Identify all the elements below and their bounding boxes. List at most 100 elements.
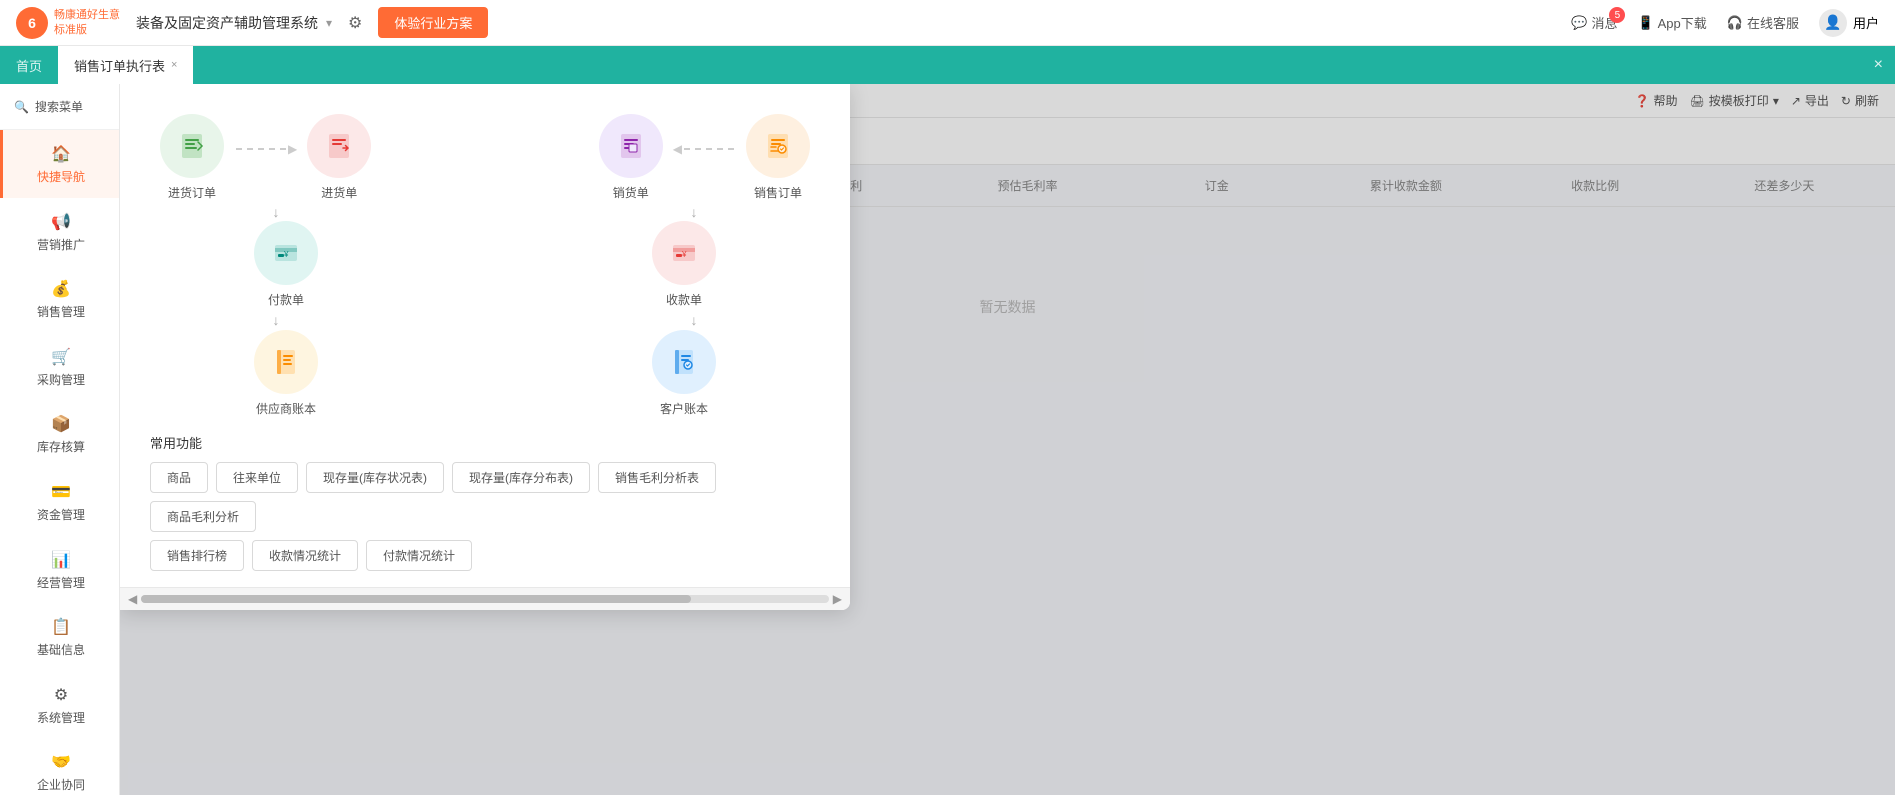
scroll-right-button[interactable]: ▶ [833, 592, 842, 606]
purchase-bill-circle [307, 114, 371, 178]
scrollbar-track[interactable] [141, 595, 829, 603]
app-download-button[interactable]: 📱 App下载 [1637, 13, 1706, 32]
sidebar-item-marketing[interactable]: 📢 营销推广 [0, 198, 119, 266]
sidebar-item-sales[interactable]: 💰 销售管理 [0, 265, 119, 333]
spacer-right [736, 205, 820, 219]
top-header: 6 畅康通好生意 标准版 装备及固定资产辅助管理系统 ▾ ⚙ 体验行业方案 💬 … [0, 0, 1895, 46]
flow-node-payment[interactable]: ¥ 付款单 [244, 221, 328, 308]
flow-ledger-row: 供应商账本 [150, 330, 820, 417]
functions-section: 常用功能 商品 往来单位 现存量(库存状况表) 现存量(库存分布表) 销售毛利分… [150, 433, 820, 571]
content-area: ❓ 帮助 🖨 按模板打印 ▾ ↗ 导出 ↻ 刷新 📅 — [120, 84, 1895, 795]
purchase-order-circle [160, 114, 224, 178]
search-icon: 🔍 [14, 100, 29, 114]
message-button[interactable]: 💬 消息 5 [1571, 13, 1617, 32]
sidebar-item-enterprise[interactable]: 🤝 企业协同 [0, 738, 119, 795]
logo-area: 6 畅康通好生意 标准版 [16, 7, 136, 39]
system-title: 装备及固定资产辅助管理系统 [136, 13, 318, 33]
func-btn-sales-profit[interactable]: 销售毛利分析表 [598, 462, 716, 493]
basic-info-icon: 📋 [49, 615, 73, 639]
func-btn-stock-status[interactable]: 现存量(库存状况表) [306, 462, 444, 493]
sidebar: 🔍 搜索菜单 🏠 快捷导航 📢 营销推广 💰 销售管理 🛒 采购管理 📦 库存核… [0, 84, 120, 795]
flow-node-sales-bill[interactable]: 销货单 [599, 114, 663, 201]
arrow-down-purchase: ↓ [234, 205, 318, 219]
svg-text:¥: ¥ [681, 250, 687, 259]
message-icon: 💬 [1571, 15, 1587, 31]
user-avatar: 👤 [1819, 9, 1847, 37]
system-icon: ⚙ [49, 683, 73, 707]
user-area[interactable]: 👤 用户 [1819, 9, 1879, 37]
flow-node-customer-ledger[interactable]: 客户账本 [642, 330, 726, 417]
service-button[interactable]: 🎧 在线客服 [1727, 13, 1799, 32]
s7 [736, 312, 820, 328]
flow-node-purchase-order[interactable]: 进货订单 [160, 114, 224, 201]
flow-node-sales-order[interactable]: 销售订单 [746, 114, 810, 201]
flow-node-purchase-bill[interactable]: 进货单 [307, 114, 371, 201]
functions-title: 常用功能 [150, 433, 820, 452]
sidebar-item-system[interactable]: ⚙ 系统管理 [0, 671, 119, 739]
sidebar-item-finance[interactable]: 💳 资金管理 [0, 468, 119, 536]
s5 [150, 312, 234, 328]
func-btn-goods-profit[interactable]: 商品毛利分析 [150, 501, 256, 532]
marketing-icon: 📢 [49, 210, 73, 234]
flow-top-row: 进货订单 ▶ [150, 114, 820, 201]
popup-scrollbar: ◀ ▶ [120, 587, 850, 610]
system-title-area: 装备及固定资产辅助管理系统 ▾ ⚙ 体验行业方案 [136, 7, 1571, 38]
operation-icon: 📊 [49, 548, 73, 572]
s6 [318, 312, 652, 328]
header-right: 💬 消息 5 📱 App下载 🎧 在线客服 👤 用户 [1571, 9, 1879, 37]
flow-node-receipt[interactable]: ¥ 收款单 [642, 221, 726, 308]
flow-diagram: 进货订单 ▶ [150, 114, 820, 417]
service-icon: 🎧 [1727, 15, 1743, 31]
spacer-left [150, 205, 234, 219]
close-all-tabs-button[interactable]: × [1874, 56, 1883, 74]
phone-icon: 📱 [1637, 15, 1653, 31]
sidebar-item-basic-info[interactable]: 📋 基础信息 [0, 603, 119, 671]
flow-node-supplier-ledger[interactable]: 供应商账本 [244, 330, 328, 417]
tab-bar: 首页 销售订单执行表 × × [0, 46, 1895, 84]
sales-order-circle [746, 114, 810, 178]
message-badge: 5 [1609, 7, 1625, 23]
home-icon: 🏠 [49, 142, 73, 166]
sales-bill-circle [599, 114, 663, 178]
overlay[interactable]: 进货订单 ▶ [120, 84, 1895, 795]
flow-middle-section: ↓ ↓ [150, 205, 820, 219]
func-btn-receipt-stat[interactable]: 收款情况统计 [252, 540, 358, 571]
logo-text: 畅康通好生意 标准版 [54, 8, 120, 37]
sidebar-item-quick-nav[interactable]: 🏠 快捷导航 [0, 130, 119, 198]
arrow-order-to-sales: ◀ [673, 142, 736, 156]
dropdown-arrow-icon[interactable]: ▾ [326, 16, 332, 30]
sidebar-item-purchase[interactable]: 🛒 采购管理 [0, 333, 119, 401]
search-menu-button[interactable]: 🔍 搜索菜单 [8, 94, 111, 119]
sales-icon: 💰 [49, 277, 73, 301]
inventory-icon: 📦 [49, 412, 73, 436]
func-btn-payment-stat[interactable]: 付款情况统计 [366, 540, 472, 571]
func-btn-stock-dist[interactable]: 现存量(库存分布表) [452, 462, 590, 493]
payment-circle: ¥ [254, 221, 318, 285]
user-label: 用户 [1853, 13, 1879, 32]
flow-popup: 进货订单 ▶ [120, 84, 850, 610]
tab-sales-order-exec[interactable]: 销售订单执行表 × [58, 46, 193, 84]
svg-text:¥: ¥ [283, 250, 289, 259]
supplier-ledger-circle [254, 330, 318, 394]
settings-icon[interactable]: ⚙ [348, 13, 362, 33]
func-btn-partner[interactable]: 往来单位 [216, 462, 298, 493]
scrollbar-thumb[interactable] [141, 595, 691, 603]
receipt-circle: ¥ [652, 221, 716, 285]
tab-close-icon[interactable]: × [171, 59, 177, 71]
scroll-left-button[interactable]: ◀ [128, 592, 137, 606]
logo-icon: 6 [16, 7, 48, 39]
func-btn-goods[interactable]: 商品 [150, 462, 208, 493]
tab-home[interactable]: 首页 [0, 46, 58, 84]
flow-down2: ↓ ↓ [150, 312, 820, 328]
functions-grid-2: 销售排行榜 收款情况统计 付款情况统计 [150, 540, 820, 571]
sidebar-item-inventory[interactable]: 📦 库存核算 [0, 400, 119, 468]
func-btn-sales-rank[interactable]: 销售排行榜 [150, 540, 244, 571]
arrow-down-sales: ↓ [652, 205, 736, 219]
customer-ledger-circle [652, 330, 716, 394]
arrow-purchase-to-bill: ▶ [234, 142, 297, 156]
sidebar-item-operation[interactable]: 📊 经营管理 [0, 536, 119, 604]
spacer-mid [318, 205, 652, 219]
trial-button[interactable]: 体验行业方案 [378, 7, 488, 38]
main-layout: 🔍 搜索菜单 🏠 快捷导航 📢 营销推广 💰 销售管理 🛒 采购管理 📦 库存核… [0, 84, 1895, 795]
arrow-down-receipt: ↓ [652, 312, 736, 328]
